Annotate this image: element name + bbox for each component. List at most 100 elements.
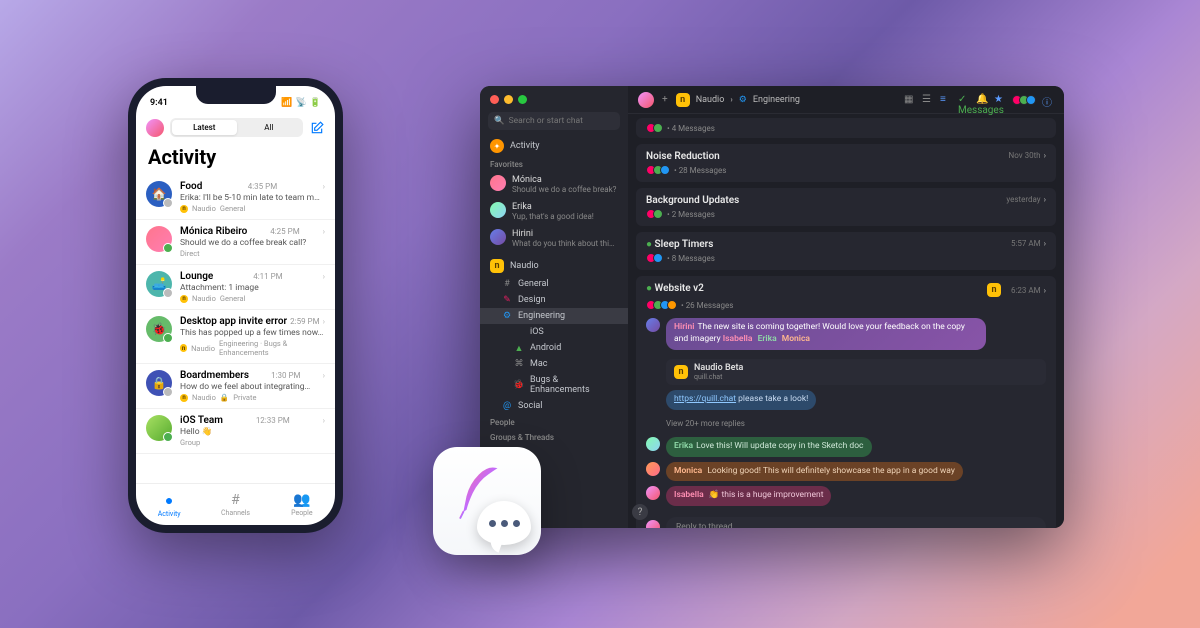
sidebar-channel-ios[interactable]: iOS (480, 324, 628, 340)
item-meta: nNaudioGeneral (180, 294, 325, 303)
view-more-replies[interactable]: View 20+ more replies (646, 415, 1046, 432)
maximize-button[interactable] (518, 95, 527, 104)
message[interactable]: Monica Looking good! This will definitel… (646, 462, 1046, 482)
add-button[interactable]: + (662, 94, 668, 105)
tab-people[interactable]: 👥People (269, 484, 335, 525)
item-time: 1:30 PM (271, 371, 300, 380)
compose-button[interactable] (309, 120, 325, 136)
threads-list[interactable]: • 4 Messages Noise ReductionNov 30th› • … (628, 114, 1064, 528)
item-time: 4:11 PM (253, 272, 282, 281)
item-preview: Attachment: 1 image (180, 283, 325, 293)
help-button[interactable]: ? (632, 504, 648, 520)
social-icon: @ (502, 401, 512, 411)
item-title: Lounge (180, 271, 213, 282)
thread-icon: 🛋️ (146, 271, 172, 297)
sidebar-channel-android[interactable]: ▲Android (480, 340, 628, 356)
list-item[interactable]: 🔒 Boardmembers1:30 PM› How do we feel ab… (136, 364, 335, 409)
chevron-right-icon: › (323, 416, 325, 425)
sidebar-conversation[interactable]: HiriniWhat do you think about this… (480, 225, 628, 252)
message[interactable]: Isabella 👏 this is a huge improvement (646, 486, 1046, 506)
item-time: 4:35 PM (248, 182, 277, 191)
search-icon: 🔍 (494, 116, 505, 126)
workspace-icon: n (676, 93, 690, 107)
tab-latest[interactable]: Latest (172, 120, 237, 135)
chevron-right-icon: › (1044, 239, 1046, 248)
activity-icon: ✦ (490, 139, 504, 153)
engineering-icon: ⚙ (502, 311, 512, 321)
traffic-lights (480, 86, 628, 110)
view-grid-icon[interactable]: ▦ (904, 94, 916, 106)
thread-icon: 🏠 (146, 181, 172, 207)
item-title: Mónica Ribeiro (180, 226, 247, 237)
speech-bubble-icon (477, 501, 531, 545)
message[interactable]: HiriniThe new site is coming together! W… (646, 318, 1046, 350)
tab-all[interactable]: All (237, 120, 302, 135)
members-avatars[interactable] (1012, 95, 1036, 105)
thread-icon: 🐞 (146, 316, 172, 342)
sidebar-channel-design[interactable]: ✎Design (480, 292, 628, 308)
design-icon: ✎ (502, 295, 512, 305)
thread-icon: 🔒 (146, 370, 172, 396)
info-icon[interactable]: ⓘ (1042, 94, 1054, 106)
view-list-icon[interactable]: ☰ (922, 94, 934, 106)
breadcrumb-workspace[interactable]: Naudio (696, 95, 725, 105)
sidebar-activity[interactable]: ✦Activity (480, 136, 628, 156)
item-title: Boardmembers (180, 370, 249, 381)
item-title: Desktop app invite error (180, 316, 287, 327)
link-preview[interactable]: n Naudio Betaquill.chat (666, 359, 1046, 385)
close-button[interactable] (490, 95, 499, 104)
sidebar-channel-bugs[interactable]: 🐞Bugs & Enhancements (480, 372, 628, 398)
thread-card[interactable]: • 4 Messages (636, 118, 1056, 138)
thread-card[interactable]: Background Updatesyesterday› • 2 Message… (636, 188, 1056, 226)
minimize-button[interactable] (504, 95, 513, 104)
item-time: 12:33 PM (256, 416, 290, 425)
sidebar-workspace[interactable]: nNaudio (480, 256, 628, 276)
view-compact-icon[interactable]: ≡ (940, 94, 952, 106)
sidebar-conversation[interactable]: ErikaYup, that's a good idea! (480, 198, 628, 225)
list-item[interactable]: Mónica Ribeiro4:25 PM› Should we do a co… (136, 220, 335, 265)
user-avatar (646, 520, 660, 528)
item-title: Food (180, 181, 202, 192)
avatar (490, 202, 506, 218)
item-preview: This has popped up a few times now… (180, 328, 325, 338)
sidebar-channel-social[interactable]: @Social (480, 398, 628, 414)
tab-bar: ●Activity #Channels 👥People (136, 483, 335, 525)
sidebar-channel-mac[interactable]: ⌘Mac (480, 356, 628, 372)
bug-icon: 🐞 (514, 380, 524, 390)
chevron-right-icon: › (1044, 286, 1046, 295)
message[interactable]: ErikaLove this! Will update copy in the … (646, 437, 1046, 457)
messages-filter[interactable]: ✓ Messages (958, 94, 970, 106)
list-item[interactable]: 🛋️ Lounge4:11 PM› Attachment: 1 image nN… (136, 265, 335, 310)
item-preview: Should we do a coffee break call? (180, 238, 325, 248)
thread-card[interactable]: ● Sleep Timers5:57 AM› • 8 Messages (636, 232, 1056, 270)
avatar (646, 437, 660, 451)
item-preview: Hello 👋 (180, 427, 325, 437)
message[interactable]: https://quill.chat please take a look! (666, 390, 1046, 410)
item-meta: nNaudioGeneral (180, 204, 325, 213)
item-time: 2:59 PM (290, 317, 319, 326)
list-item[interactable]: 🏠 Food4:35 PM› Erika: I'll be 5-10 min l… (136, 175, 335, 220)
item-time: 4:25 PM (270, 227, 299, 236)
item-preview: How do we feel about integrating… (180, 382, 325, 392)
reply-input[interactable]: Reply to thread (666, 517, 1046, 528)
star-icon[interactable]: ★ (994, 94, 1006, 106)
breadcrumb-channel[interactable]: Engineering (753, 95, 800, 105)
search-input[interactable]: 🔍Search or start chat (488, 112, 620, 130)
notifications-icon[interactable]: 🔔 (976, 94, 988, 106)
sidebar-conversation[interactable]: MónicaShould we do a coffee break? (480, 171, 628, 198)
user-avatar[interactable] (146, 119, 164, 137)
status-time: 9:41 (150, 98, 168, 108)
section-groups: Groups & Threads (480, 429, 628, 444)
thread-card[interactable]: Noise ReductionNov 30th› • 28 Messages (636, 144, 1056, 182)
tab-channels[interactable]: #Channels (202, 484, 268, 525)
avatar (490, 175, 506, 191)
list-item[interactable]: iOS Team12:33 PM› Hello 👋 Group (136, 409, 335, 454)
user-avatar[interactable] (638, 92, 654, 108)
activity-list[interactable]: 🏠 Food4:35 PM› Erika: I'll be 5-10 min l… (136, 175, 335, 483)
sidebar-channel-engineering[interactable]: ⚙Engineering (480, 308, 628, 324)
iphone-frame: 9:41 📶 📡 🔋 Latest All Activity 🏠 Food4:3 (128, 78, 343, 533)
list-item[interactable]: 🐞 Desktop app invite error2:59 PM› This … (136, 310, 335, 364)
tab-activity[interactable]: ●Activity (136, 484, 202, 525)
sidebar-channel-general[interactable]: #General (480, 276, 628, 292)
section-people: People (480, 414, 628, 429)
